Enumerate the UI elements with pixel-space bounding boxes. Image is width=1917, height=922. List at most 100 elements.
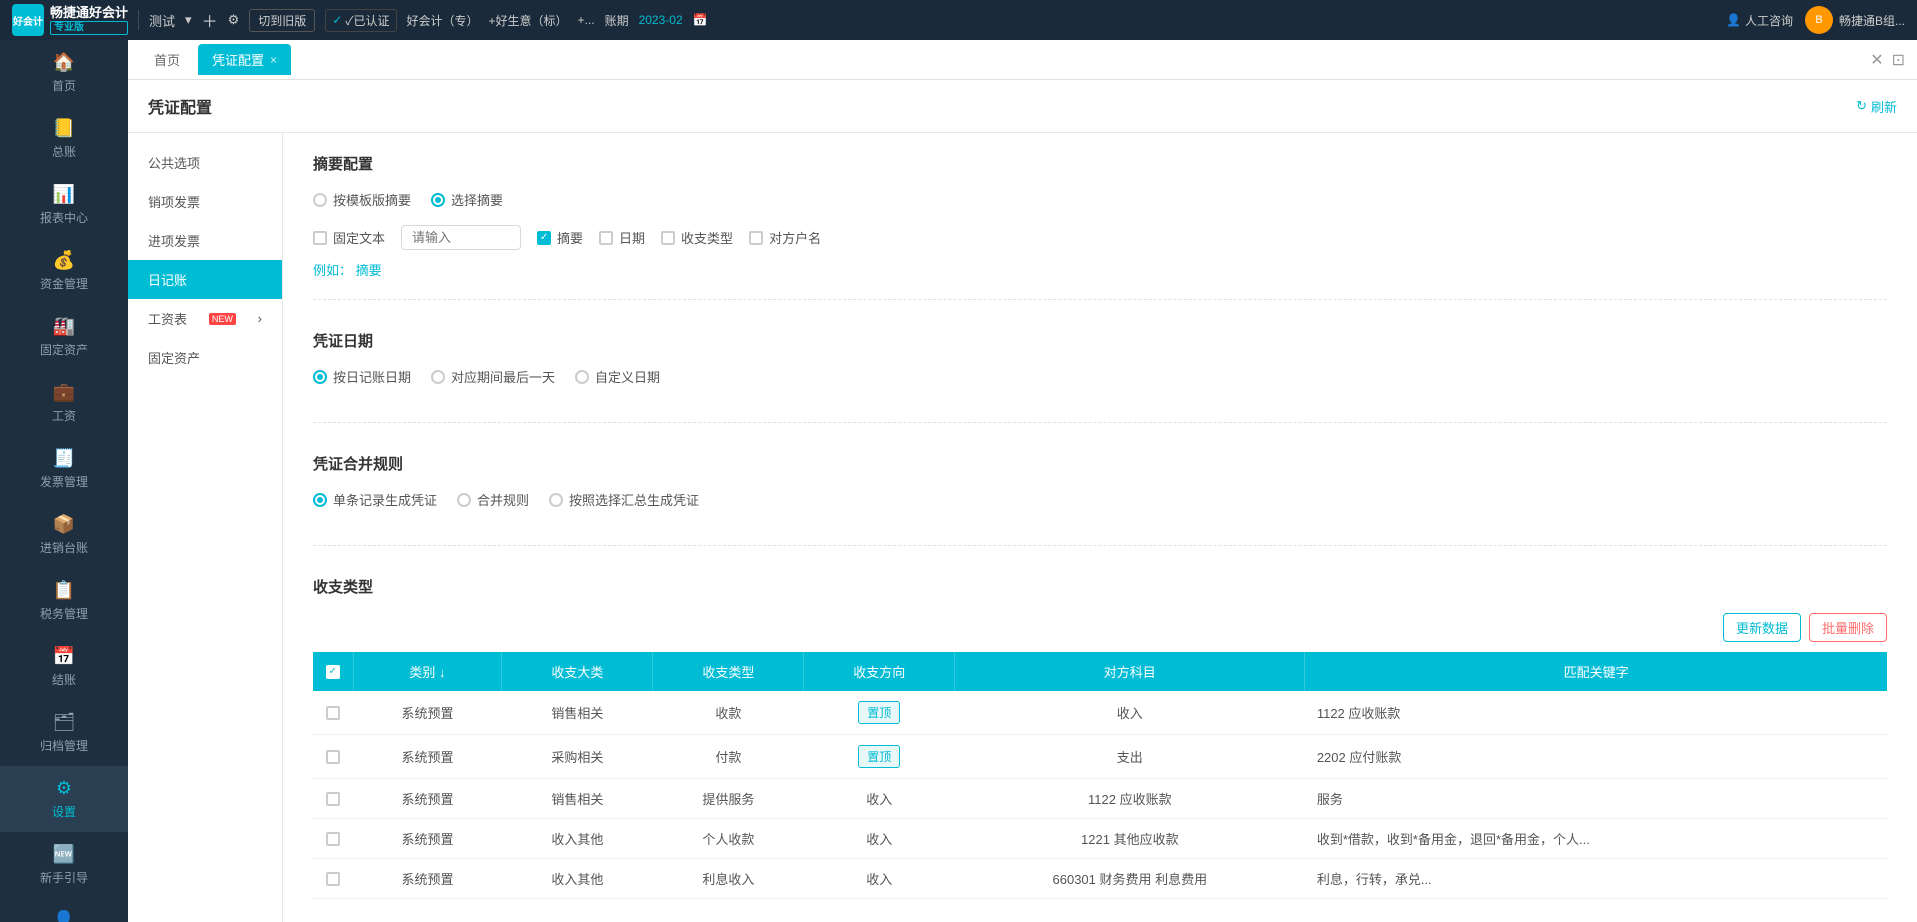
minimize-icon[interactable]: ✕	[1870, 50, 1883, 70]
sidebar-item-ledger[interactable]: 📒 总账	[0, 106, 128, 172]
left-nav-public[interactable]: 公共选项	[128, 143, 282, 182]
table-select-all[interactable]: ✓	[326, 665, 340, 679]
table-row: 系统预置 销售相关 收款 置顶 收入 1122 应收账款	[313, 691, 1887, 735]
checkbox-income-type[interactable]: 收支类型	[661, 228, 733, 247]
topbar-settings-icon[interactable]: ⚙	[228, 12, 240, 28]
page-content: 凭证配置 ↻ 刷新 公共选项 销项发票	[128, 80, 1917, 922]
radio-select-summary[interactable]: 选择摘要	[431, 190, 503, 209]
guide-icon: 🆕	[53, 844, 75, 865]
service-button[interactable]: 👤 人工咨询	[1726, 12, 1793, 29]
checkbox-fixed-text[interactable]: 固定文本	[313, 228, 385, 247]
sidebar-item-assets[interactable]: 🏭 固定资产	[0, 304, 128, 370]
sidebar-item-closing[interactable]: 📅 结账	[0, 634, 128, 700]
checkbox-date[interactable]: 日期	[599, 228, 645, 247]
user-info[interactable]: B 畅捷通B组...	[1805, 6, 1905, 34]
radio-single-record[interactable]: 单条记录生成凭证	[313, 490, 437, 509]
radio-template-summary[interactable]: 按模板版摘要	[313, 190, 411, 209]
row-keywords-3: 服务	[1305, 779, 1887, 819]
row-checkbox-cell-4	[313, 819, 353, 859]
switch-version-button[interactable]: 切到旧版	[249, 9, 315, 32]
radio-select-circle	[431, 193, 445, 207]
refresh-button[interactable]: ↻ 刷新	[1856, 97, 1897, 116]
row-keywords-1: 1122 应收账款	[1305, 691, 1887, 735]
sidebar-label-closing: 结账	[52, 671, 76, 688]
sidebar-item-tax[interactable]: 📋 税务管理	[0, 568, 128, 634]
example-prefix: 例如：	[313, 263, 352, 278]
sidebar: 🏠 首页 📒 总账 📊 报表中心 💰 资金管理 🏭 固定资产 💼 工资 🧾 发票…	[0, 40, 128, 922]
fixed-text-input[interactable]	[401, 225, 521, 250]
sidebar-item-guide[interactable]: 🆕 新手引导	[0, 832, 128, 898]
checkbox-counterpart-name[interactable]: 对方户名	[749, 228, 821, 247]
left-nav-sales-invoice[interactable]: 销项发票	[128, 182, 282, 221]
sidebar-item-archive[interactable]: 🗂 归档管理	[0, 700, 128, 766]
row-account-2: 支出	[955, 735, 1305, 779]
row-category-5: 系统预置	[353, 859, 502, 899]
sales-icon: 📦	[53, 514, 75, 535]
batch-delete-button[interactable]: 批量删除	[1809, 613, 1887, 642]
row-checkbox-2[interactable]	[326, 750, 340, 764]
tab-voucher-config[interactable]: 凭证配置 ×	[198, 44, 291, 75]
pin-top-button-2[interactable]: 置顶	[858, 745, 900, 768]
left-nav-payroll-label: 工资表	[148, 309, 187, 328]
avatar: B	[1805, 6, 1833, 34]
calendar-icon[interactable]: 📅	[693, 13, 708, 27]
income-expense-table: ✓ 类别 ↓ 收支大类 收支类型 收支方向 对方科目 匹配关键字	[313, 652, 1887, 899]
radio-period-last-day[interactable]: 对应期间最后一天	[431, 367, 555, 386]
left-nav-payroll[interactable]: 工资表 NEW ›	[128, 299, 282, 338]
panel-title: 凭证配置	[148, 94, 212, 118]
tab-close-icon[interactable]: ×	[270, 53, 277, 67]
tabbar-right: ✕ ⊡	[1870, 50, 1905, 70]
row-type-3: 提供服务	[653, 779, 804, 819]
settings-icon: ⚙	[56, 778, 72, 799]
date-radio-group: 按日记账日期 对应期间最后一天 自定义日期	[313, 367, 1887, 386]
panel: 凭证配置 ↻ 刷新 公共选项 销项发票	[128, 80, 1917, 922]
single-record-label: 单条记录生成凭证	[333, 490, 437, 509]
sidebar-item-member[interactable]: 👤 畅会员	[0, 898, 128, 922]
left-nav-purchase-invoice[interactable]: 进项发票	[128, 221, 282, 260]
tab-home[interactable]: 首页	[140, 44, 194, 75]
example-text: 例如： 摘要	[313, 260, 1887, 279]
topbar-product1: 好会计（专）	[407, 12, 479, 29]
left-nav-public-label: 公共选项	[148, 153, 200, 172]
checkbox-summary[interactable]: ✓ 摘要	[537, 228, 583, 247]
topbar-add-icon[interactable]: ＋	[202, 8, 218, 32]
row-type-1: 收款	[653, 691, 804, 735]
row-major-4: 收入其他	[502, 819, 653, 859]
update-data-button[interactable]: 更新数据	[1723, 613, 1801, 642]
sidebar-label-ledger: 总账	[52, 143, 76, 160]
expand-icon[interactable]: ⊡	[1892, 50, 1905, 70]
sidebar-item-reports[interactable]: 📊 报表中心	[0, 172, 128, 238]
row-checkbox-1[interactable]	[326, 706, 340, 720]
row-checkbox-5[interactable]	[326, 872, 340, 886]
radio-merge-rule[interactable]: 合并规则	[457, 490, 529, 509]
table-row: 系统预置 收入其他 利息收入 收入 660301 财务费用 利息费用 利息，行转…	[313, 859, 1887, 899]
topbar: 好会计 畅捷通好会计 专业版 测试 ▾ ＋ ⚙ 切到旧版 ✓ ✓已认证 好会计（…	[0, 0, 1917, 40]
row-major-1: 销售相关	[502, 691, 653, 735]
topbar-dropdown-icon[interactable]: ▾	[185, 12, 192, 28]
sidebar-item-funds[interactable]: 💰 资金管理	[0, 238, 128, 304]
table-header-category: 类别 ↓	[353, 652, 502, 691]
row-checkbox-3[interactable]	[326, 792, 340, 806]
sidebar-label-invoice: 发票管理	[40, 473, 88, 490]
sidebar-item-settings[interactable]: ⚙ 设置	[0, 766, 128, 832]
table-header-account: 对方科目	[955, 652, 1305, 691]
radio-custom-date[interactable]: 自定义日期	[575, 367, 660, 386]
date-label: 日期	[619, 228, 645, 247]
sidebar-item-home[interactable]: 🏠 首页	[0, 40, 128, 106]
sidebar-item-invoice[interactable]: 🧾 发票管理	[0, 436, 128, 502]
refresh-label: 刷新	[1871, 97, 1897, 116]
radio-journal-date[interactable]: 按日记账日期	[313, 367, 411, 386]
radio-aggregate[interactable]: 按照选择汇总生成凭证	[549, 490, 699, 509]
app-name: 畅捷通好会计	[50, 5, 128, 21]
single-record-circle	[313, 493, 327, 507]
pin-top-button-1[interactable]: 置顶	[858, 701, 900, 724]
row-checkbox-cell-2	[313, 735, 353, 779]
left-nav-fixed-assets[interactable]: 固定资产	[128, 338, 282, 377]
row-checkbox-4[interactable]	[326, 832, 340, 846]
radio-template-circle	[313, 193, 327, 207]
sidebar-item-sales[interactable]: 📦 进销台账	[0, 502, 128, 568]
row-keywords-5: 利息，行转，承兑...	[1305, 859, 1887, 899]
sidebar-item-salary[interactable]: 💼 工资	[0, 370, 128, 436]
left-nav-journal[interactable]: 日记账	[128, 260, 282, 299]
row-category-2: 系统预置	[353, 735, 502, 779]
